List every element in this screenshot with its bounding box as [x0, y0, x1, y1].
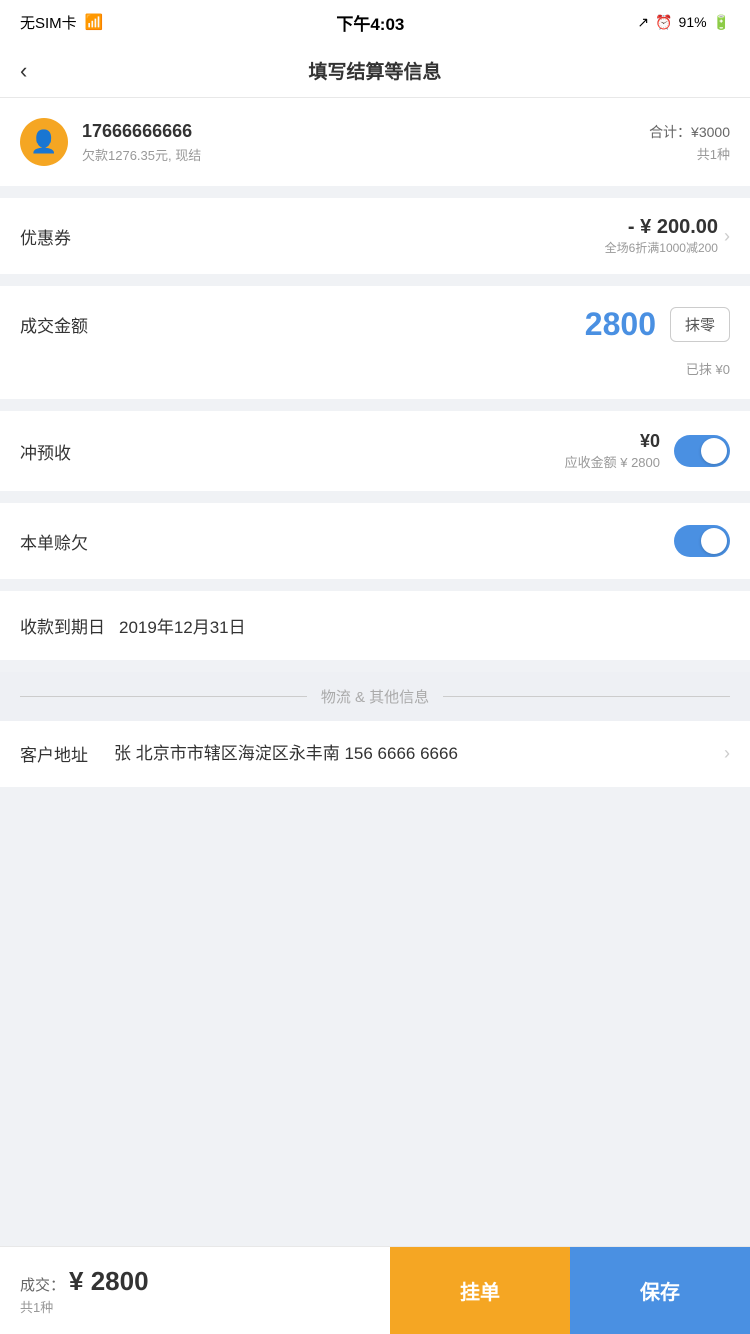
- alarm-icon: ⏰: [655, 14, 672, 31]
- transaction-label: 成交金额: [20, 312, 88, 337]
- main-content: 👤 17666666666 欠款1276.35元, 现结 合计：¥3000 共1…: [0, 98, 750, 977]
- gray-spacer: [0, 787, 750, 887]
- back-button[interactable]: ‹: [20, 58, 27, 84]
- bottom-info: 成交： ¥ 2800 共1种: [0, 1266, 390, 1316]
- coupon-chevron: ›: [724, 226, 730, 247]
- prepay-toggle[interactable]: [674, 435, 730, 467]
- avatar-icon: 👤: [30, 129, 57, 155]
- prepay-right: ¥0 应收金额 ¥ 2800: [565, 431, 730, 471]
- coupon-amount: - ¥ 200.00: [605, 216, 718, 239]
- prepay-row: 冲预收 ¥0 应收金额 ¥ 2800: [20, 431, 730, 471]
- coupon-label: 优惠券: [20, 224, 71, 249]
- total-count: 共1种: [649, 144, 730, 163]
- address-chevron: ›: [724, 743, 730, 764]
- transaction-section: 成交金额 2800 抹零 已抹 ¥0: [0, 286, 750, 399]
- avatar: 👤: [20, 118, 68, 166]
- debt-row: 本单赊欠: [20, 525, 730, 557]
- divider-section: 物流 & 其他信息: [0, 672, 750, 721]
- debt-section: 本单赊欠: [0, 503, 750, 579]
- status-left: 无SIM卡 📶: [20, 12, 103, 33]
- hang-button-label: 挂单: [460, 1276, 500, 1305]
- customer-section: 👤 17666666666 欠款1276.35元, 现结 合计：¥3000 共1…: [0, 98, 750, 186]
- coupon-right: - ¥ 200.00 全场6折满1000减200 ›: [605, 216, 730, 256]
- address-section[interactable]: 客户地址 张 北京市市辖区海淀区永丰南 156 6666 6666 ›: [0, 721, 750, 787]
- battery-level: 91%: [679, 14, 707, 30]
- status-right: ↗ ⏰ 91% 🔋: [637, 14, 730, 31]
- bottom-deal-label: 成交：: [20, 1274, 65, 1295]
- page-title: 填写结算等信息: [308, 57, 441, 84]
- customer-row: 👤 17666666666 欠款1276.35元, 现结 合计：¥3000 共1…: [20, 118, 730, 166]
- header: ‹ 填写结算等信息: [0, 44, 750, 98]
- coupon-desc: 全场6折满1000减200: [605, 239, 718, 256]
- address-value: 张 北京市市辖区海淀区永丰南 156 6666 6666: [114, 741, 710, 767]
- round-down-button[interactable]: 抹零: [670, 307, 730, 342]
- duedate-section: 收款到期日 2019年12月31日: [0, 591, 750, 660]
- divider-text: 物流 & 其他信息: [307, 686, 443, 707]
- duedate-value: 2019年12月31日: [119, 613, 246, 638]
- debt-label: 本单赊欠: [20, 529, 88, 554]
- wifi-icon: 📶: [85, 13, 104, 31]
- address-label: 客户地址: [20, 741, 100, 766]
- status-time: 下午4:03: [336, 10, 404, 35]
- bottom-bar: 成交： ¥ 2800 共1种 挂单 保存: [0, 1246, 750, 1334]
- duedate-label: 收款到期日: [20, 613, 105, 638]
- debt-toggle[interactable]: [674, 525, 730, 557]
- erased-amount: 已抹 ¥0: [686, 362, 730, 377]
- sim-status: 无SIM卡: [20, 12, 77, 33]
- customer-right: 合计：¥3000 共1种: [649, 122, 730, 163]
- save-button[interactable]: 保存: [570, 1247, 750, 1334]
- customer-debt-info: 欠款1276.35元, 现结: [82, 145, 201, 164]
- prepay-amount-block: ¥0 应收金额 ¥ 2800: [565, 431, 660, 471]
- bottom-amount: ¥ 2800: [69, 1266, 149, 1297]
- prepay-label: 冲预收: [20, 439, 71, 464]
- transaction-right: 2800 抹零: [585, 306, 730, 343]
- bottom-count: 共1种: [20, 1297, 370, 1316]
- duedate-row: 收款到期日 2019年12月31日: [20, 613, 730, 638]
- divider-line-right: [443, 696, 730, 697]
- prepay-receivable: 应收金额 ¥ 2800: [565, 452, 660, 471]
- customer-phone: 17666666666: [82, 121, 201, 142]
- divider-line-left: [20, 696, 307, 697]
- coupon-section[interactable]: 优惠券 - ¥ 200.00 全场6折满1000减200 ›: [0, 198, 750, 274]
- customer-left: 👤 17666666666 欠款1276.35元, 现结: [20, 118, 201, 166]
- customer-info: 17666666666 欠款1276.35元, 现结: [82, 121, 201, 164]
- status-bar: 无SIM卡 📶 下午4:03 ↗ ⏰ 91% 🔋: [0, 0, 750, 44]
- prepay-amount: ¥0: [565, 431, 660, 452]
- battery-icon: 🔋: [713, 14, 730, 31]
- total-label: 合计：¥3000: [649, 122, 730, 142]
- transaction-amount: 2800: [585, 306, 656, 343]
- transaction-row: 成交金额 2800 抹零: [20, 306, 730, 343]
- save-button-label: 保存: [640, 1276, 680, 1305]
- location-icon: ↗: [637, 14, 649, 31]
- hang-button[interactable]: 挂单: [390, 1247, 570, 1334]
